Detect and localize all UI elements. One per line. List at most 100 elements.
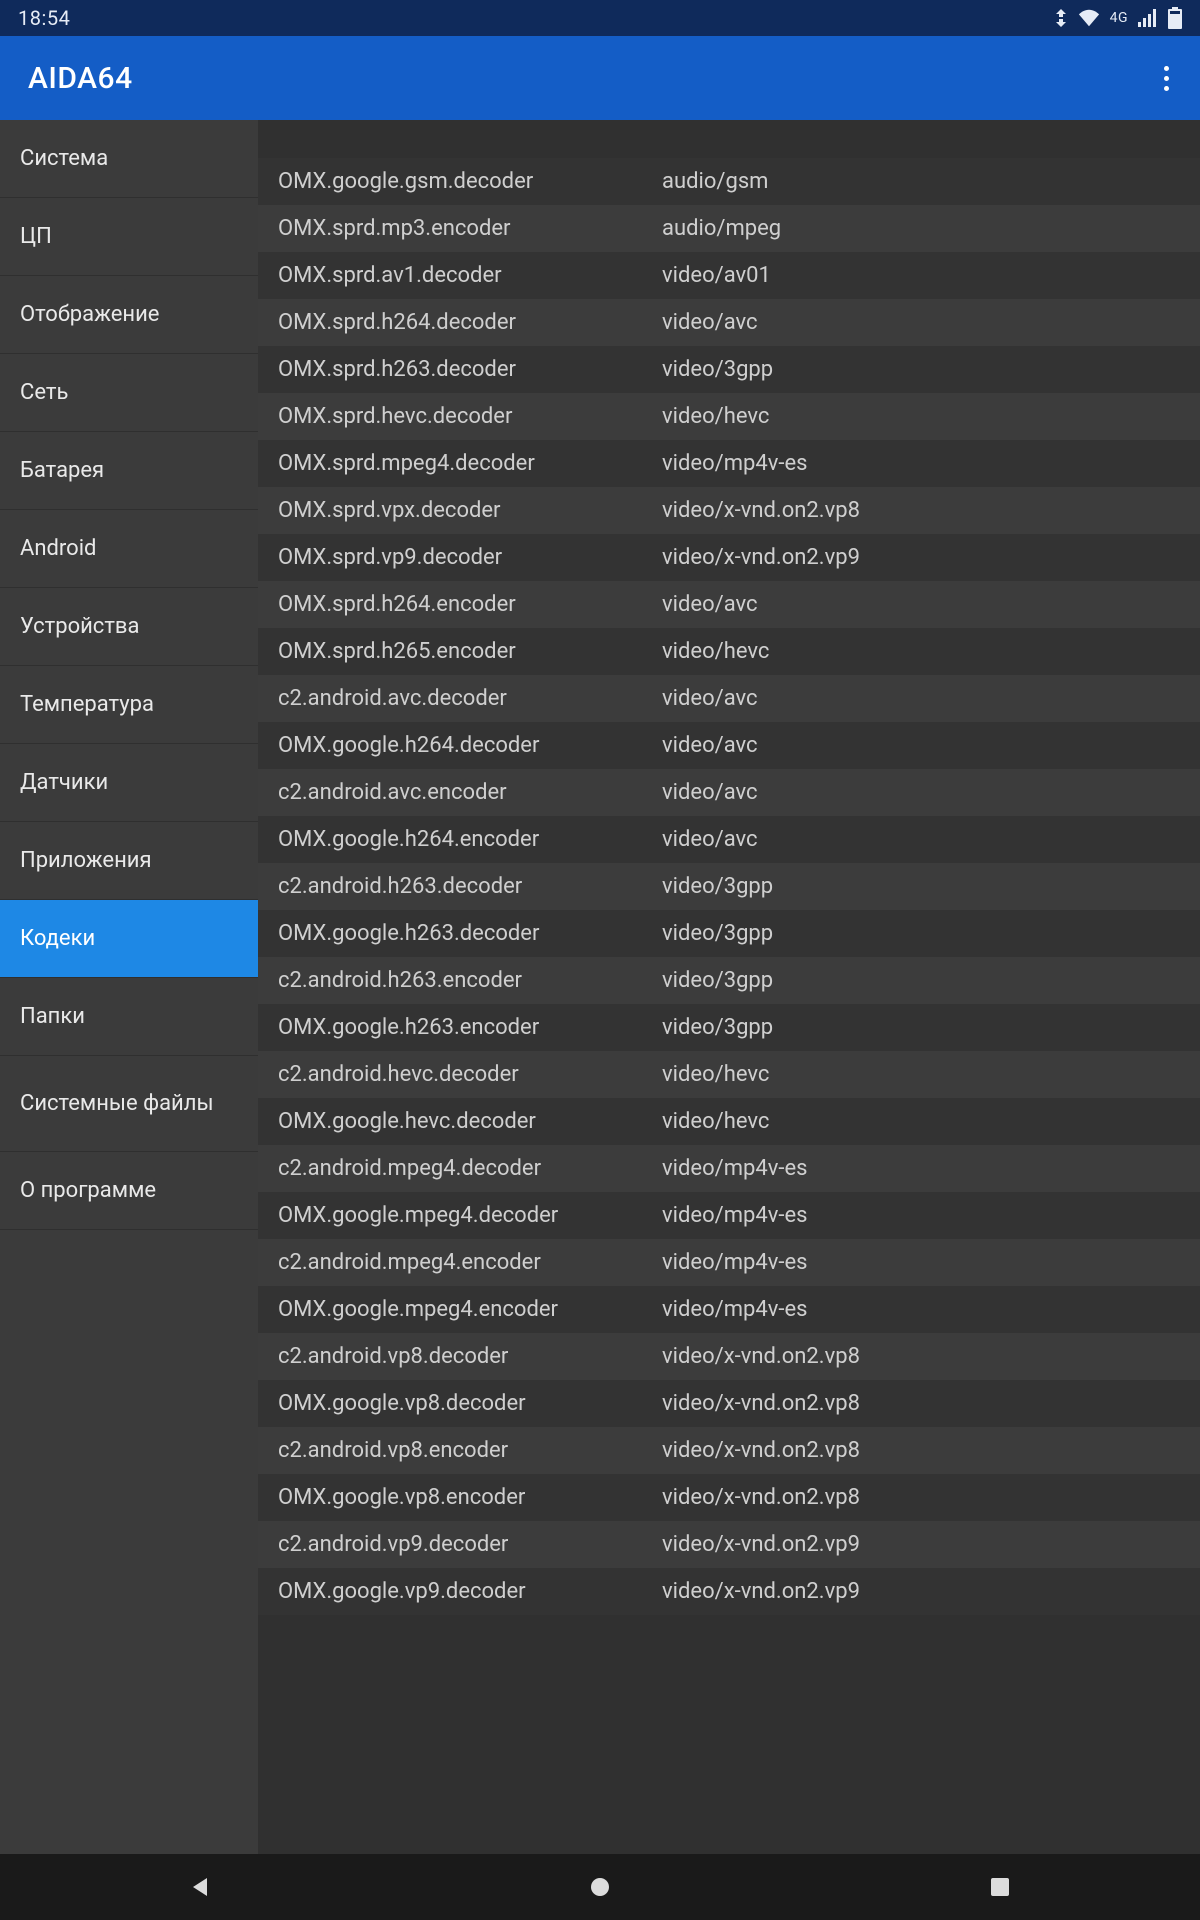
- sidebar-item[interactable]: Приложения: [0, 822, 258, 900]
- sidebar-item-label: Датчики: [20, 770, 108, 795]
- codec-name: OMX.sprd.hevc.decoder: [278, 404, 662, 429]
- codec-type: video/hevc: [662, 404, 1200, 429]
- table-row[interactable]: c2.android.mpeg4.encodervideo/mp4v-es: [258, 1239, 1200, 1286]
- table-row[interactable]: c2.android.avc.decodervideo/avc: [258, 675, 1200, 722]
- codec-name: OMX.sprd.vp9.decoder: [278, 545, 662, 570]
- table-row[interactable]: OMX.google.vp8.encodervideo/x-vnd.on2.vp…: [258, 1474, 1200, 1521]
- table-row[interactable]: c2.android.vp8.encodervideo/x-vnd.on2.vp…: [258, 1427, 1200, 1474]
- table-row[interactable]: OMX.sprd.av1.decodervideo/av01: [258, 252, 1200, 299]
- codec-type: video/x-vnd.on2.vp9: [662, 1532, 1200, 1557]
- table-row[interactable]: OMX.google.h263.encodervideo/3gpp: [258, 1004, 1200, 1051]
- codec-type: video/x-vnd.on2.vp9: [662, 1579, 1200, 1604]
- table-row[interactable]: OMX.google.vp8.decodervideo/x-vnd.on2.vp…: [258, 1380, 1200, 1427]
- codec-type: video/mp4v-es: [662, 1203, 1200, 1228]
- overflow-menu-icon[interactable]: [1160, 60, 1172, 97]
- codec-type: video/hevc: [662, 1062, 1200, 1087]
- sidebar-item-label: Приложения: [20, 848, 152, 873]
- table-row[interactable]: OMX.sprd.vp9.decodervideo/x-vnd.on2.vp9: [258, 534, 1200, 581]
- sidebar: Система ЦП Отображение Сеть Батарея AndroidУс…: [0, 120, 258, 1854]
- table-row[interactable]: OMX.google.h264.encodervideo/avc: [258, 816, 1200, 863]
- table-row[interactable]: OMX.google.h264.decodervideo/avc: [258, 722, 1200, 769]
- codec-type: video/avc: [662, 827, 1200, 852]
- table-row[interactable]: c2.android.h263.encodervideo/3gpp: [258, 957, 1200, 1004]
- codec-type: video/x-vnd.on2.vp9: [662, 545, 1200, 570]
- sidebar-item-label: Папки: [20, 1004, 85, 1029]
- status-icons: 4G: [1054, 7, 1182, 29]
- network-type: 4G: [1110, 10, 1128, 26]
- table-row[interactable]: OMX.google.mpeg4.encodervideo/mp4v-es: [258, 1286, 1200, 1333]
- sidebar-item[interactable]: Кодеки: [0, 900, 258, 978]
- codec-type: video/avc: [662, 686, 1200, 711]
- sidebar-item[interactable]: Устройства: [0, 588, 258, 666]
- codec-name: c2.android.hevc.decoder: [278, 1062, 662, 1087]
- sidebar-item-label: Системные файлы: [20, 1091, 214, 1116]
- codec-type: video/mp4v-es: [662, 451, 1200, 476]
- table-row[interactable]: OMX.google.hevc.decodervideo/hevc: [258, 1098, 1200, 1145]
- sidebar-item[interactable]: О программе: [0, 1152, 258, 1230]
- sidebar-item[interactable]: Температура: [0, 666, 258, 744]
- main-panel[interactable]: OMX.google.gsm.decoderaudio/gsmOMX.sprd.…: [258, 120, 1200, 1854]
- battery-icon: [1168, 7, 1182, 29]
- sidebar-item[interactable]: Android: [0, 510, 258, 588]
- table-row[interactable]: OMX.sprd.hevc.decodervideo/hevc: [258, 393, 1200, 440]
- codec-type: video/avc: [662, 310, 1200, 335]
- codec-name: OMX.google.h263.decoder: [278, 921, 662, 946]
- codec-type: video/3gpp: [662, 357, 1200, 382]
- table-row[interactable]: OMX.google.mpeg4.decodervideo/mp4v-es: [258, 1192, 1200, 1239]
- table-row[interactable]: OMX.sprd.h263.decodervideo/3gpp: [258, 346, 1200, 393]
- table-row[interactable]: c2.android.avc.encodervideo/avc: [258, 769, 1200, 816]
- status-bar: 18:54 4G: [0, 0, 1200, 36]
- sidebar-item-label: Батарея: [20, 458, 104, 483]
- sidebar-item-label: Сеть: [20, 380, 68, 405]
- codec-type: video/3gpp: [662, 968, 1200, 993]
- recents-button[interactable]: [940, 1877, 1060, 1897]
- codec-name: c2.android.h263.encoder: [278, 968, 662, 993]
- sidebar-item[interactable]: Система: [0, 120, 258, 198]
- table-row[interactable]: OMX.google.h263.decodervideo/3gpp: [258, 910, 1200, 957]
- codec-name: OMX.sprd.h263.decoder: [278, 357, 662, 382]
- codec-name: c2.android.mpeg4.decoder: [278, 1156, 662, 1181]
- codec-type: video/x-vnd.on2.vp8: [662, 498, 1200, 523]
- home-button[interactable]: [540, 1876, 660, 1898]
- table-row[interactable]: c2.android.mpeg4.decodervideo/mp4v-es: [258, 1145, 1200, 1192]
- app-bar: AIDA64: [0, 36, 1200, 120]
- sidebar-item[interactable]: ЦП: [0, 198, 258, 276]
- table-row[interactable]: OMX.sprd.h264.decodervideo/avc: [258, 299, 1200, 346]
- table-row[interactable]: c2.android.vp8.decodervideo/x-vnd.on2.vp…: [258, 1333, 1200, 1380]
- sidebar-item[interactable]: Сеть: [0, 354, 258, 432]
- table-row[interactable]: c2.android.hevc.decodervideo/hevc: [258, 1051, 1200, 1098]
- codec-name: c2.android.avc.decoder: [278, 686, 662, 711]
- codec-name: OMX.sprd.vpx.decoder: [278, 498, 662, 523]
- table-row[interactable]: OMX.sprd.h265.encodervideo/hevc: [258, 628, 1200, 675]
- sidebar-item[interactable]: Системные файлы: [0, 1056, 258, 1152]
- sidebar-item[interactable]: Папки: [0, 978, 258, 1056]
- sidebar-item[interactable]: Отображение: [0, 276, 258, 354]
- codec-name: c2.android.h263.decoder: [278, 874, 662, 899]
- table-row[interactable]: OMX.sprd.h264.encodervideo/avc: [258, 581, 1200, 628]
- table-row[interactable]: OMX.sprd.mp3.encoderaudio/mpeg: [258, 205, 1200, 252]
- codec-name: OMX.sprd.mpeg4.decoder: [278, 451, 662, 476]
- table-row[interactable]: c2.android.vp9.decodervideo/x-vnd.on2.vp…: [258, 1521, 1200, 1568]
- codec-type: audio/gsm: [662, 169, 1200, 194]
- sidebar-item-label: ЦП: [20, 224, 52, 249]
- codec-name: OMX.google.mpeg4.decoder: [278, 1203, 662, 1228]
- back-button[interactable]: [140, 1875, 260, 1899]
- codec-name: OMX.google.h264.encoder: [278, 827, 662, 852]
- signal-icon: [1138, 9, 1158, 27]
- table-row[interactable]: OMX.google.gsm.decoderaudio/gsm: [258, 158, 1200, 205]
- sidebar-item[interactable]: Батарея: [0, 432, 258, 510]
- table-row[interactable]: c2.android.h263.decodervideo/3gpp: [258, 863, 1200, 910]
- sidebar-item-label: Температура: [20, 692, 154, 717]
- sidebar-item-label: Кодеки: [20, 926, 95, 951]
- codec-type: video/avc: [662, 592, 1200, 617]
- table-row[interactable]: OMX.sprd.mpeg4.decodervideo/mp4v-es: [258, 440, 1200, 487]
- table-row[interactable]: OMX.sprd.vpx.decodervideo/x-vnd.on2.vp8: [258, 487, 1200, 534]
- codec-type: video/x-vnd.on2.vp8: [662, 1391, 1200, 1416]
- codec-name: OMX.google.h264.decoder: [278, 733, 662, 758]
- status-time: 18:54: [18, 6, 70, 30]
- codec-name: OMX.sprd.h264.decoder: [278, 310, 662, 335]
- table-row[interactable]: OMX.google.vp9.decodervideo/x-vnd.on2.vp…: [258, 1568, 1200, 1615]
- codec-name: OMX.google.vp8.encoder: [278, 1485, 662, 1510]
- codec-type: video/x-vnd.on2.vp8: [662, 1438, 1200, 1463]
- sidebar-item[interactable]: Датчики: [0, 744, 258, 822]
